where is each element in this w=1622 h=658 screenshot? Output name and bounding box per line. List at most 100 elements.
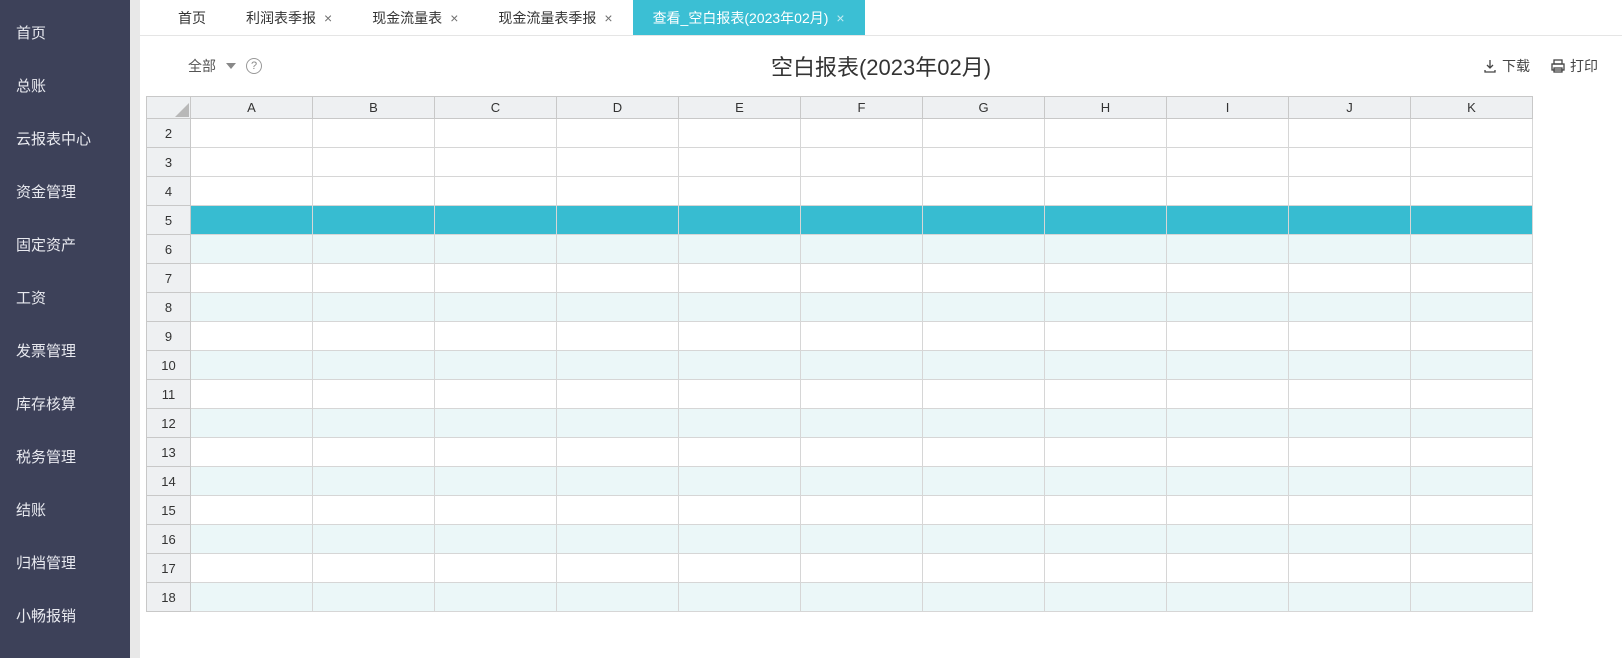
cell[interactable] <box>1167 235 1289 264</box>
cell[interactable] <box>1167 264 1289 293</box>
cell[interactable] <box>1411 525 1533 554</box>
cell[interactable] <box>557 438 679 467</box>
cell[interactable] <box>679 264 801 293</box>
cell[interactable] <box>1045 525 1167 554</box>
row-header[interactable]: 8 <box>147 293 191 322</box>
cell[interactable] <box>191 380 313 409</box>
cell[interactable] <box>923 206 1045 235</box>
row-header[interactable]: 7 <box>147 264 191 293</box>
cell[interactable] <box>435 351 557 380</box>
column-header[interactable]: E <box>679 97 801 119</box>
cell[interactable] <box>1045 554 1167 583</box>
cell[interactable] <box>923 409 1045 438</box>
tab[interactable]: 现金流量表季报× <box>478 0 632 35</box>
cell[interactable] <box>313 235 435 264</box>
cell[interactable] <box>1289 322 1411 351</box>
cell[interactable] <box>1045 206 1167 235</box>
row-header[interactable]: 14 <box>147 467 191 496</box>
cell[interactable] <box>557 583 679 612</box>
cell[interactable] <box>557 467 679 496</box>
cell[interactable] <box>1411 380 1533 409</box>
cell[interactable] <box>1289 525 1411 554</box>
cell[interactable] <box>191 467 313 496</box>
cell[interactable] <box>923 467 1045 496</box>
cell[interactable] <box>923 177 1045 206</box>
cell[interactable] <box>923 148 1045 177</box>
cell[interactable] <box>801 438 923 467</box>
cell[interactable] <box>1045 235 1167 264</box>
sidebar-item[interactable]: 工资 <box>0 271 130 324</box>
column-header[interactable]: G <box>923 97 1045 119</box>
row-header[interactable]: 16 <box>147 525 191 554</box>
row-header[interactable]: 17 <box>147 554 191 583</box>
cell[interactable] <box>679 554 801 583</box>
row-header[interactable]: 2 <box>147 119 191 148</box>
cell[interactable] <box>435 148 557 177</box>
cell[interactable] <box>1411 467 1533 496</box>
cell[interactable] <box>557 264 679 293</box>
sidebar-item[interactable]: 结账 <box>0 483 130 536</box>
help-icon[interactable]: ? <box>246 58 262 74</box>
cell[interactable] <box>679 235 801 264</box>
cell[interactable] <box>1411 583 1533 612</box>
cell[interactable] <box>313 467 435 496</box>
cell[interactable] <box>1289 496 1411 525</box>
sidebar-scrollbar[interactable] <box>130 0 140 658</box>
cell[interactable] <box>1045 264 1167 293</box>
row-header[interactable]: 10 <box>147 351 191 380</box>
close-icon[interactable]: × <box>324 10 332 26</box>
cell[interactable] <box>313 293 435 322</box>
cell[interactable] <box>1289 467 1411 496</box>
cell[interactable] <box>1167 293 1289 322</box>
cell[interactable] <box>435 119 557 148</box>
cell[interactable] <box>801 554 923 583</box>
cell[interactable] <box>1411 177 1533 206</box>
cell[interactable] <box>923 525 1045 554</box>
cell[interactable] <box>801 235 923 264</box>
cell[interactable] <box>801 351 923 380</box>
row-header[interactable]: 11 <box>147 380 191 409</box>
column-header[interactable]: F <box>801 97 923 119</box>
cell[interactable] <box>191 264 313 293</box>
cell[interactable] <box>801 293 923 322</box>
print-button[interactable]: 打印 <box>1550 56 1598 76</box>
cell[interactable] <box>313 525 435 554</box>
cell[interactable] <box>313 409 435 438</box>
cell[interactable] <box>1045 148 1167 177</box>
cell[interactable] <box>435 322 557 351</box>
row-header[interactable]: 6 <box>147 235 191 264</box>
cell[interactable] <box>435 380 557 409</box>
cell[interactable] <box>1289 583 1411 612</box>
cell[interactable] <box>801 496 923 525</box>
cell[interactable] <box>1167 148 1289 177</box>
cell[interactable] <box>801 525 923 554</box>
cell[interactable] <box>801 264 923 293</box>
download-button[interactable]: 下载 <box>1482 56 1530 76</box>
filter-dropdown[interactable]: 全部 ? <box>188 56 262 76</box>
sidebar-item[interactable]: 库存核算 <box>0 377 130 430</box>
cell[interactable] <box>435 525 557 554</box>
cell[interactable] <box>557 206 679 235</box>
cell[interactable] <box>679 409 801 438</box>
cell[interactable] <box>557 177 679 206</box>
cell[interactable] <box>801 119 923 148</box>
sidebar-item[interactable]: 云报表中心 <box>0 112 130 165</box>
cell[interactable] <box>801 206 923 235</box>
cell[interactable] <box>1289 293 1411 322</box>
cell[interactable] <box>191 496 313 525</box>
cell[interactable] <box>679 293 801 322</box>
cell[interactable] <box>1167 177 1289 206</box>
cell[interactable] <box>1045 409 1167 438</box>
cell[interactable] <box>679 583 801 612</box>
cell[interactable] <box>1167 583 1289 612</box>
cell[interactable] <box>1289 148 1411 177</box>
cell[interactable] <box>923 380 1045 409</box>
cell[interactable] <box>313 438 435 467</box>
cell[interactable] <box>557 293 679 322</box>
select-all-corner[interactable] <box>147 97 191 119</box>
cell[interactable] <box>1411 264 1533 293</box>
close-icon[interactable]: × <box>836 10 844 26</box>
cell[interactable] <box>191 293 313 322</box>
cell[interactable] <box>679 322 801 351</box>
cell[interactable] <box>1045 496 1167 525</box>
